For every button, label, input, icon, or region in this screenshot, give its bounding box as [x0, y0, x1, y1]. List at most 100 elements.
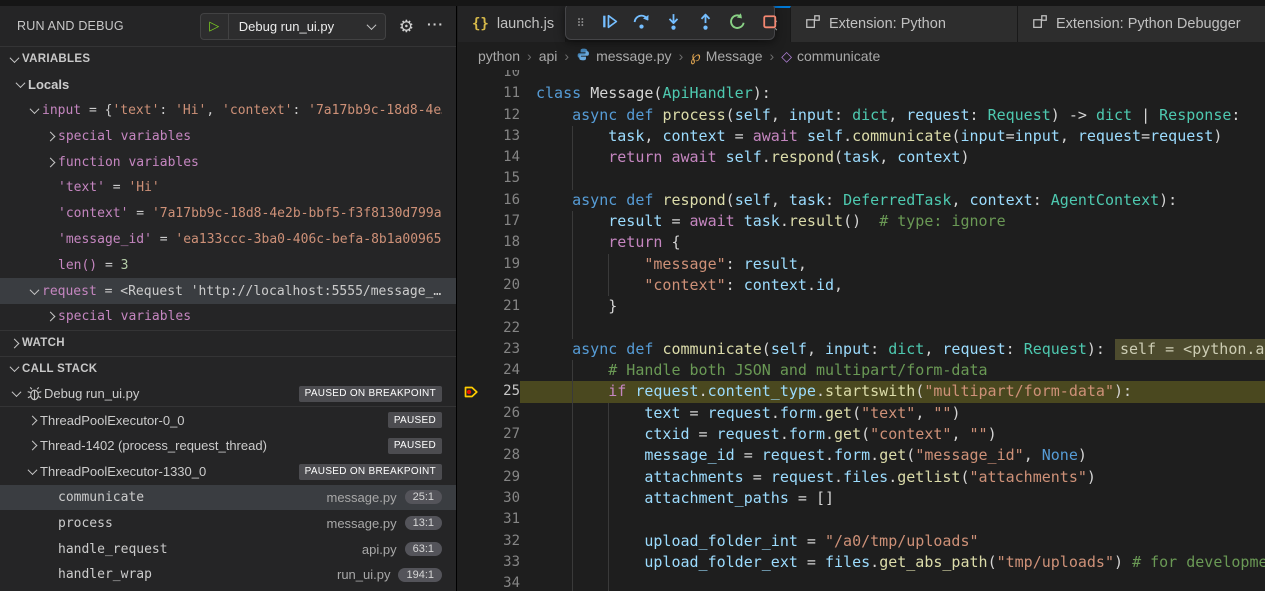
line-number[interactable]: 22 [484, 318, 520, 339]
line-content[interactable]: class Message(ApiHandler): [520, 83, 1265, 104]
line-content[interactable]: upload_folder_ext = files.get_abs_path("… [520, 551, 1265, 574]
chevron-right-icon[interactable] [24, 440, 40, 451]
chevron-right-icon[interactable] [42, 311, 58, 322]
glyph-margin[interactable] [458, 70, 484, 83]
line-number[interactable]: 33 [484, 552, 520, 573]
glyph-margin[interactable] [458, 509, 484, 530]
line-content[interactable] [520, 168, 1265, 190]
glyph-margin[interactable] [458, 105, 484, 126]
tree-row-thread-pool-1330-0[interactable]: ThreadPoolExecutor-1330_0 PAUSED ON BREAK… [0, 459, 456, 485]
line-content[interactable] [520, 70, 1265, 83]
line-number[interactable]: 30 [484, 488, 520, 509]
glyph-margin[interactable] [458, 403, 484, 424]
line-number[interactable]: 32 [484, 531, 520, 552]
line-number[interactable]: 31 [484, 509, 520, 530]
stack-frame-process[interactable]: process message.py 13:1 [0, 510, 456, 536]
tree-row-special-variables-request[interactable]: special variables [0, 304, 456, 330]
glyph-margin[interactable] [458, 168, 484, 189]
line-number[interactable]: 29 [484, 467, 520, 488]
line-content[interactable]: upload_folder_int = "/a0/tmp/uploads" [520, 530, 1265, 552]
line-number[interactable]: 23 [484, 339, 520, 360]
tab-launch-json[interactable]: {} launch.js [458, 6, 566, 42]
line-content[interactable]: attachments = request.files.getlist("att… [520, 466, 1265, 488]
line-number[interactable]: 14 [484, 147, 520, 168]
line-content[interactable]: "context": context.id, [520, 274, 1265, 297]
line-content[interactable]: if request.content_type.startswith("mult… [520, 381, 1265, 403]
chevron-down-icon[interactable] [8, 387, 24, 398]
tree-row-var-input[interactable]: input = {'text': 'Hi', 'context': '7a17b… [0, 98, 456, 124]
line-number[interactable]: 15 [484, 168, 520, 189]
glyph-margin[interactable] [458, 445, 484, 466]
line-content[interactable] [520, 509, 1265, 531]
tree-row-var-len[interactable]: len() = 3 [0, 252, 456, 278]
breadcrumb-item-message[interactable]: ℘ Message [690, 47, 762, 65]
glyph-margin[interactable] [458, 360, 484, 381]
glyph-margin[interactable] [458, 424, 484, 445]
line-number[interactable]: 34 [484, 573, 520, 591]
step-out-icon[interactable] [696, 12, 715, 31]
glyph-margin[interactable] [458, 275, 484, 296]
line-number[interactable]: 10 [484, 70, 520, 83]
line-number[interactable]: 28 [484, 445, 520, 466]
line-content[interactable]: result = await task.result() # type: ign… [520, 211, 1265, 233]
tree-row-thread-pool-0-0[interactable]: ThreadPoolExecutor-0_0 PAUSED [0, 407, 456, 433]
line-number[interactable]: 24 [484, 360, 520, 381]
stop-icon[interactable] [760, 12, 779, 31]
tree-row-var-message-id[interactable]: 'message_id' = 'ea133ccc-3ba0-406c-befa-… [0, 227, 456, 253]
stack-frame-handle-request[interactable]: handle_request api.py 63:1 [0, 536, 456, 562]
section-watch[interactable]: WATCH [0, 329, 456, 356]
line-number[interactable]: 16 [484, 190, 520, 211]
section-callstack[interactable]: CALL STACK [0, 355, 456, 382]
line-number[interactable]: 13 [484, 126, 520, 147]
glyph-margin[interactable] [458, 318, 484, 339]
line-content[interactable]: "message": result, [520, 253, 1265, 275]
step-into-icon[interactable] [664, 12, 683, 31]
section-variables[interactable]: VARIABLES [0, 46, 456, 72]
glyph-margin[interactable] [458, 190, 484, 211]
line-number[interactable]: 19 [484, 254, 520, 275]
line-content[interactable]: } [520, 296, 1265, 318]
step-over-icon[interactable] [632, 12, 651, 31]
line-content[interactable]: message_id = request.form.get("message_i… [520, 445, 1265, 467]
tree-row-function-variables-input[interactable]: function variables [0, 149, 456, 175]
more-actions-icon[interactable]: ··· [427, 17, 444, 35]
chevron-down-icon[interactable] [6, 53, 22, 63]
line-number[interactable]: 18 [484, 232, 520, 253]
breakpoint-current-icon[interactable] [458, 381, 484, 402]
gear-icon[interactable]: ⚙ [399, 18, 414, 35]
glyph-margin[interactable] [458, 531, 484, 552]
stack-frame-handler-wrap[interactable]: handler_wrap run_ui.py 194:1 [0, 562, 456, 588]
breadcrumb-item-python[interactable]: python [478, 48, 520, 64]
chevron-down-icon[interactable] [6, 362, 22, 373]
line-number[interactable]: 26 [484, 403, 520, 424]
glyph-margin[interactable] [458, 232, 484, 253]
line-number[interactable]: 11 [484, 83, 520, 104]
tree-row-session-debug-run-ui[interactable]: Debug run_ui.py PAUSED ON BREAKPOINT [0, 381, 456, 408]
line-content[interactable]: ctxid = request.form.get("context", "") [520, 424, 1265, 446]
tab-extension-python-debugger[interactable]: Extension: Python Debugger [1018, 6, 1265, 42]
tree-row-scope-locals[interactable]: Locals [0, 72, 456, 98]
line-number[interactable]: 21 [484, 296, 520, 317]
glyph-margin[interactable] [458, 488, 484, 509]
chevron-down-icon[interactable] [24, 465, 40, 476]
tree-row-var-request[interactable]: request = <Request 'http://localhost:555… [0, 278, 456, 304]
line-content[interactable]: task, context = await self.communicate(i… [520, 125, 1265, 148]
line-number[interactable]: 25 [484, 381, 520, 402]
chevron-right-icon[interactable] [6, 338, 22, 349]
glyph-margin[interactable] [458, 211, 484, 232]
tab-extension-python[interactable]: Extension: Python [791, 6, 1018, 42]
line-content[interactable] [520, 317, 1265, 339]
chevron-right-icon[interactable] [24, 415, 40, 425]
line-content[interactable]: # Handle both JSON and multipart/form-da… [520, 360, 1265, 382]
chevron-right-icon[interactable] [42, 131, 58, 142]
line-content[interactable]: return await self.respond(task, context) [520, 147, 1265, 169]
glyph-margin[interactable] [458, 254, 484, 275]
line-number[interactable]: 20 [484, 275, 520, 296]
glyph-margin[interactable] [458, 296, 484, 317]
chevron-down-icon[interactable] [26, 284, 42, 295]
line-content[interactable]: text = request.form.get("text", "") [520, 402, 1265, 425]
launch-config-dropdown[interactable]: ▷ Debug run_ui.py [199, 12, 386, 40]
chevron-down-icon[interactable] [12, 78, 28, 89]
tree-row-thread-1402[interactable]: Thread-1402 (process_request_thread) PAUS… [0, 433, 456, 459]
line-number[interactable]: 12 [484, 105, 520, 126]
